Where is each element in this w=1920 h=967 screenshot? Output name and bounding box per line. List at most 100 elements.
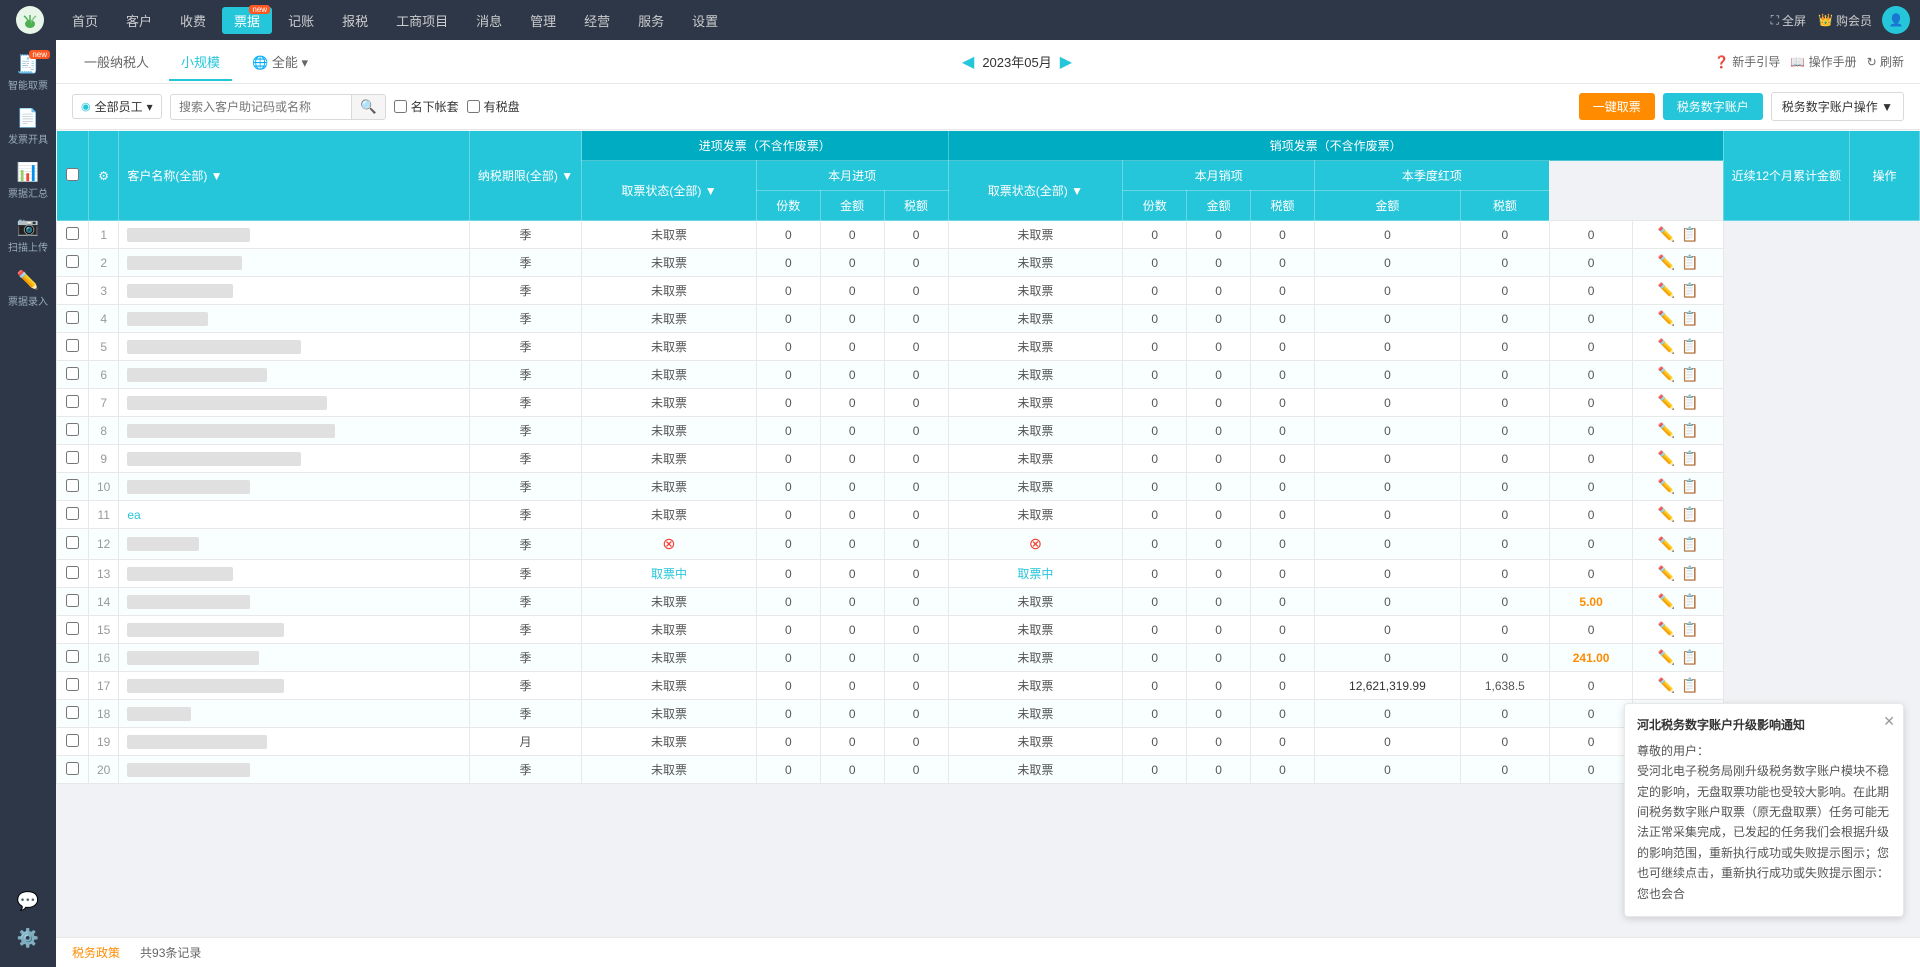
edit-action-icon[interactable]: ✏️ — [1658, 310, 1675, 327]
nav-management[interactable]: 管理 — [518, 7, 568, 34]
row-checkbox[interactable] — [66, 423, 79, 436]
row-checkbox[interactable] — [66, 536, 79, 549]
subordinate-checkbox[interactable] — [394, 100, 407, 113]
edit-action-icon[interactable]: ✏️ — [1658, 254, 1675, 271]
tax-digital-ops-btn[interactable]: 税务数字账户操作 ▼ — [1771, 92, 1904, 121]
edit-action-icon[interactable]: ✏️ — [1658, 478, 1675, 495]
member-btn[interactable]: 👑 购会员 — [1818, 12, 1872, 29]
sidebar-item-invoice-open[interactable]: 📄 发票开具 — [2, 102, 54, 152]
edit-action-icon[interactable]: ✏️ — [1658, 422, 1675, 439]
edit-action-icon[interactable]: ✏️ — [1658, 565, 1675, 582]
manual-btn[interactable]: 📖 操作手册 — [1790, 53, 1856, 70]
sidebar-item-chat[interactable]: 💬 — [2, 885, 54, 918]
row-checkbox[interactable] — [66, 451, 79, 464]
sidebar-item-smart-ticket[interactable]: new 🧾 智能取票 — [2, 48, 54, 98]
row-checkbox[interactable] — [66, 566, 79, 579]
copy-action-icon[interactable]: 📋 — [1681, 254, 1698, 271]
nav-service[interactable]: 服务 — [626, 7, 676, 34]
edit-action-icon[interactable]: ✏️ — [1658, 506, 1675, 523]
subordinate-checkbox-label[interactable]: 名下帐套 — [394, 98, 459, 115]
search-button[interactable]: 🔍 — [351, 95, 385, 119]
copy-action-icon[interactable]: 📋 — [1681, 649, 1698, 666]
nav-bookkeep[interactable]: 记账 — [276, 7, 326, 34]
copy-action-icon[interactable]: 📋 — [1681, 506, 1698, 523]
copy-action-icon[interactable]: 📋 — [1681, 422, 1698, 439]
copy-action-icon[interactable]: 📋 — [1681, 478, 1698, 495]
refresh-btn[interactable]: ↻ 刷新 — [1867, 53, 1904, 70]
customer-name: ██████████████████ — [127, 623, 284, 637]
nav-home[interactable]: 首页 — [60, 7, 110, 34]
row-checkbox[interactable] — [66, 227, 79, 240]
nav-tax[interactable]: 报税 — [330, 7, 380, 34]
copy-action-icon[interactable]: 📋 — [1681, 338, 1698, 355]
edit-action-icon[interactable]: ✏️ — [1658, 338, 1675, 355]
date-next-btn[interactable]: ▶ — [1060, 52, 1072, 72]
copy-action-icon[interactable]: 📋 — [1681, 593, 1698, 610]
row-checkbox[interactable] — [66, 507, 79, 520]
row-checkbox[interactable] — [66, 650, 79, 663]
employee-select[interactable]: ◉ 全部员工 ▾ — [72, 94, 162, 119]
one-click-ticket-btn[interactable]: 一键取票 — [1579, 93, 1655, 120]
row-checkbox[interactable] — [66, 339, 79, 352]
copy-action-icon[interactable]: 📋 — [1681, 310, 1698, 327]
copy-action-icon[interactable]: 📋 — [1681, 450, 1698, 467]
edit-action-icon[interactable]: ✏️ — [1658, 282, 1675, 299]
date-prev-btn[interactable]: ◀ — [962, 52, 974, 72]
edit-action-icon[interactable]: ✏️ — [1658, 621, 1675, 638]
sidebar-item-entry[interactable]: ✏️ 票据录入 — [2, 264, 54, 314]
sidebar-item-summary[interactable]: 📊 票据汇总 — [2, 156, 54, 206]
taxdisk-checkbox[interactable] — [467, 100, 480, 113]
nav-operation[interactable]: 经营 — [572, 7, 622, 34]
row-checkbox[interactable] — [66, 678, 79, 691]
row-checkbox[interactable] — [66, 255, 79, 268]
tax-policy-link[interactable]: 税务政策 — [72, 944, 120, 961]
nav-invoice[interactable]: 票据 new — [222, 7, 272, 34]
row-checkbox[interactable] — [66, 762, 79, 775]
sidebar-item-config[interactable]: ⚙️ — [2, 922, 54, 955]
row-checkbox[interactable] — [66, 395, 79, 408]
tab-all[interactable]: 🌐 全能 ▾ — [240, 44, 320, 81]
edit-action-icon[interactable]: ✏️ — [1658, 649, 1675, 666]
customer-name-cell: ██████████████ — [119, 473, 470, 501]
nav-business[interactable]: 工商项目 — [384, 7, 460, 34]
tax-digital-account-btn[interactable]: 税务数字账户 — [1663, 93, 1763, 120]
copy-action-icon[interactable]: 📋 — [1681, 366, 1698, 383]
row-checkbox[interactable] — [66, 367, 79, 380]
edit-action-icon[interactable]: ✏️ — [1658, 677, 1675, 694]
copy-action-icon[interactable]: 📋 — [1681, 621, 1698, 638]
edit-action-icon[interactable]: ✏️ — [1658, 226, 1675, 243]
sidebar-item-scan[interactable]: 📷 扫描上传 — [2, 210, 54, 260]
edit-action-icon[interactable]: ✏️ — [1658, 450, 1675, 467]
select-all-checkbox[interactable] — [66, 168, 79, 181]
red-amount-cell: 0 — [1314, 445, 1460, 473]
copy-action-icon[interactable]: 📋 — [1681, 565, 1698, 582]
copy-action-icon[interactable]: 📋 — [1681, 677, 1698, 694]
copy-action-icon[interactable]: 📋 — [1681, 282, 1698, 299]
nav-fee[interactable]: 收费 — [168, 7, 218, 34]
edit-action-icon[interactable]: ✏️ — [1658, 394, 1675, 411]
tab-general-taxpayer[interactable]: 一般纳税人 — [72, 44, 161, 81]
copy-action-icon[interactable]: 📋 — [1681, 394, 1698, 411]
edit-action-icon[interactable]: ✏️ — [1658, 593, 1675, 610]
row-checkbox[interactable] — [66, 594, 79, 607]
tab-small-scale[interactable]: 小规模 — [169, 44, 232, 81]
row-checkbox[interactable] — [66, 734, 79, 747]
row-checkbox[interactable] — [66, 311, 79, 324]
search-input[interactable] — [171, 97, 351, 117]
nav-message[interactable]: 消息 — [464, 7, 514, 34]
copy-action-icon[interactable]: 📋 — [1681, 226, 1698, 243]
row-checkbox[interactable] — [66, 622, 79, 635]
nav-customer[interactable]: 客户 — [114, 7, 164, 34]
nav-settings[interactable]: 设置 — [680, 7, 730, 34]
edit-action-icon[interactable]: ✏️ — [1658, 366, 1675, 383]
edit-action-icon[interactable]: ✏️ — [1658, 536, 1675, 553]
row-checkbox[interactable] — [66, 283, 79, 296]
tooltip-close-btn[interactable]: ✕ — [1883, 710, 1895, 732]
row-checkbox[interactable] — [66, 706, 79, 719]
row-checkbox[interactable] — [66, 479, 79, 492]
fullscreen-btn[interactable]: ⛶ 全屏 — [1771, 12, 1806, 29]
new-guide-btn[interactable]: ❓ 新手引导 — [1714, 53, 1780, 70]
taxdisk-checkbox-label[interactable]: 有税盘 — [467, 98, 520, 115]
copy-action-icon[interactable]: 📋 — [1681, 536, 1698, 553]
user-avatar[interactable]: 👤 — [1882, 6, 1910, 34]
